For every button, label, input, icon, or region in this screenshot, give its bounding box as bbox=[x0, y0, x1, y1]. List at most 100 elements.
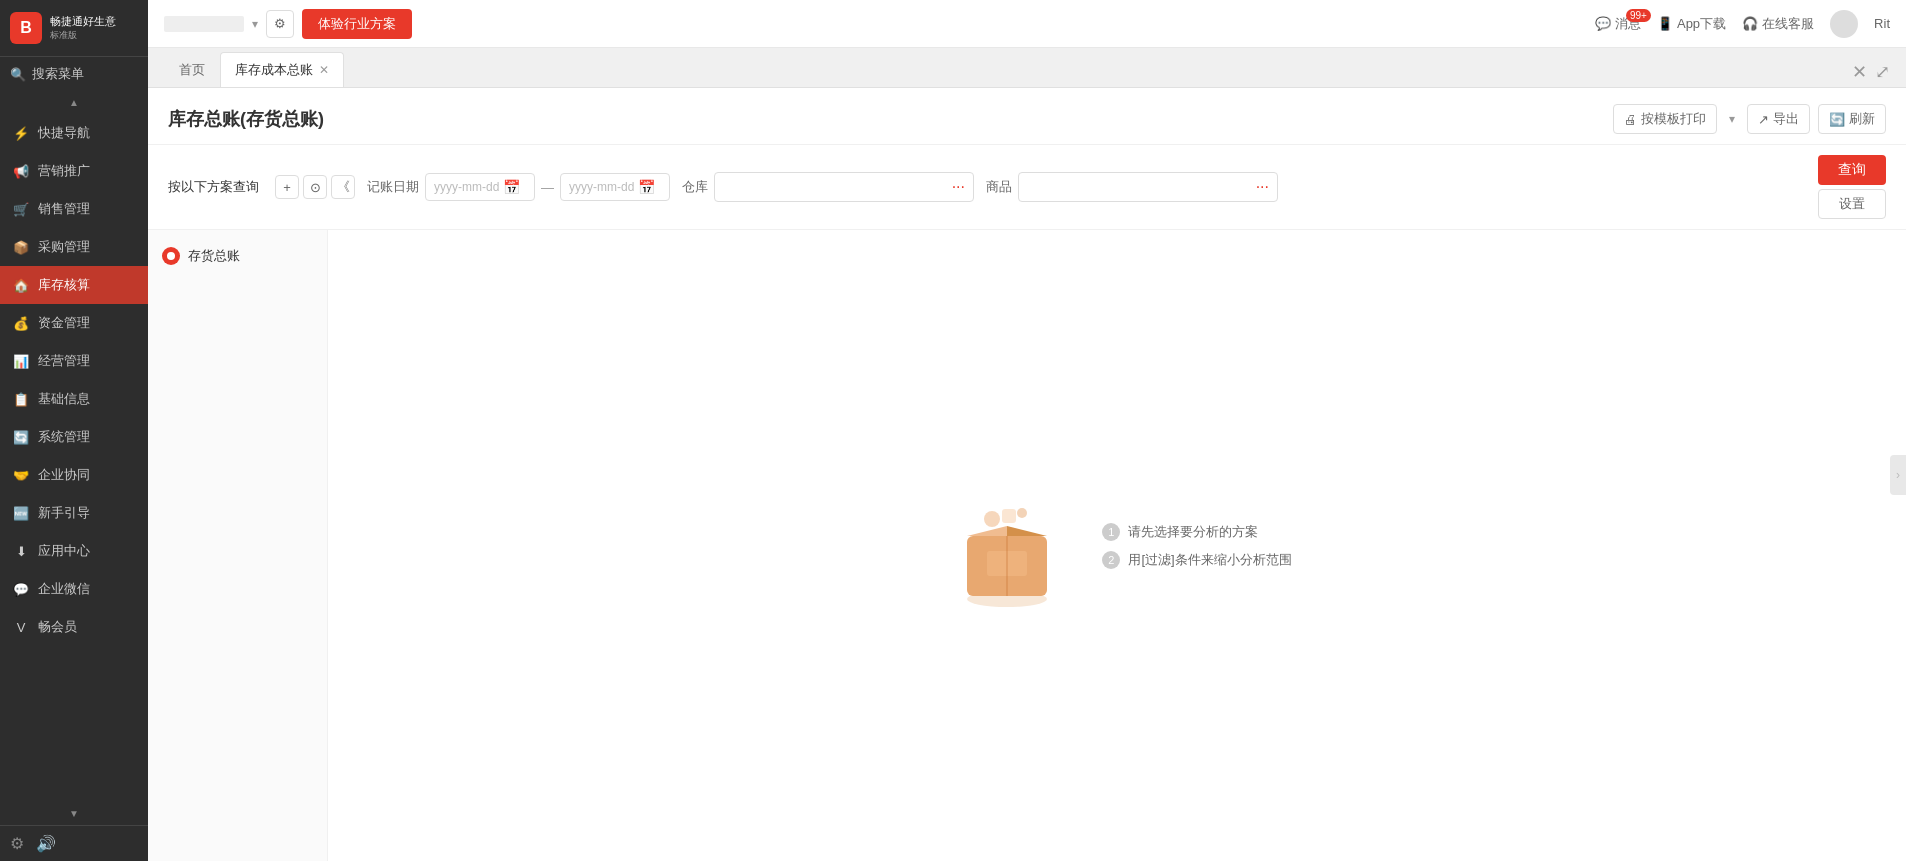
apps-icon: ⬇ bbox=[12, 542, 30, 560]
date-start-input[interactable]: yyyy-mm-dd 📅 bbox=[425, 173, 535, 201]
sidebar-item-basic[interactable]: 📋 基础信息 bbox=[0, 380, 148, 418]
refresh-icon: 🔄 bbox=[1829, 112, 1845, 127]
topbar-settings-btn[interactable]: ⚙ bbox=[266, 10, 294, 38]
topbar-breadcrumb bbox=[164, 16, 244, 32]
right-expand-handle[interactable]: › bbox=[1890, 455, 1906, 495]
add-icon: + bbox=[283, 180, 291, 195]
tab-inventory-cost[interactable]: 库存成本总账 ✕ bbox=[220, 52, 344, 87]
sidebar-item-guide[interactable]: 🆕 新手引导 bbox=[0, 494, 148, 532]
sidebar-scroll-up[interactable]: ▲ bbox=[0, 91, 148, 114]
export-icon: ↗ bbox=[1758, 112, 1769, 127]
filter-area: 按以下方案查询 + ⊙ 《 记账日期 yyyy-mm-dd 📅 bbox=[148, 145, 1906, 230]
scroll-down-icon[interactable]: ▼ bbox=[67, 806, 81, 821]
edit-icon: ⊙ bbox=[310, 180, 321, 195]
vip-icon: V bbox=[12, 618, 30, 636]
topbar-right: 💬 消息 99+ 📱 App下载 🎧 在线客服 Rit bbox=[1595, 10, 1890, 38]
industry-solution-button[interactable]: 体验行业方案 bbox=[302, 9, 412, 39]
calendar-icon-start[interactable]: 📅 bbox=[503, 179, 520, 195]
sidebar-item-label: 库存核算 bbox=[38, 276, 90, 294]
sidebar-item-vip[interactable]: V 畅会员 bbox=[0, 608, 148, 646]
sidebar-item-label: 系统管理 bbox=[38, 428, 90, 446]
sidebar-item-label: 资金管理 bbox=[38, 314, 90, 332]
sidebar-item-apps[interactable]: ⬇ 应用中心 bbox=[0, 532, 148, 570]
sidebar-item-marketing[interactable]: 📢 营销推广 bbox=[0, 152, 148, 190]
warehouse-field-label: 仓库 bbox=[682, 178, 708, 196]
refresh-button[interactable]: 🔄 刷新 bbox=[1818, 104, 1886, 134]
breadcrumb-text bbox=[164, 16, 244, 32]
sidebar-item-label: 经营管理 bbox=[38, 352, 90, 370]
empty-illustration bbox=[942, 481, 1072, 611]
sidebar-item-finance[interactable]: 💰 资金管理 bbox=[0, 304, 148, 342]
filter-add-button[interactable]: + bbox=[275, 175, 299, 199]
tab-home[interactable]: 首页 bbox=[164, 52, 220, 87]
topbar: ▾ ⚙ 体验行业方案 💬 消息 99+ 📱 App下载 🎧 在线客服 Rit bbox=[148, 0, 1906, 48]
inventory-cost-tab-label: 库存成本总账 bbox=[235, 61, 313, 79]
svg-rect-9 bbox=[1002, 509, 1016, 523]
sidebar-item-quick-nav[interactable]: ⚡ 快捷导航 bbox=[0, 114, 148, 152]
empty-svg-image bbox=[942, 481, 1072, 611]
app-name: 畅捷通好生意 bbox=[50, 14, 116, 28]
sidebar-item-label: 畅会员 bbox=[38, 618, 77, 636]
export-button[interactable]: ↗ 导出 bbox=[1747, 104, 1810, 134]
content-body: 存货总账 bbox=[148, 230, 1906, 861]
panel-close-icon[interactable]: ✕ bbox=[1852, 61, 1867, 83]
filter-label: 按以下方案查询 bbox=[168, 178, 259, 196]
expand-icon: › bbox=[1896, 468, 1900, 482]
warehouse-select[interactable]: ··· bbox=[714, 172, 974, 202]
filter-edit-button[interactable]: ⊙ bbox=[303, 175, 327, 199]
user-avatar bbox=[1830, 10, 1858, 38]
sidebar-search[interactable]: 🔍 搜索菜单 bbox=[0, 57, 148, 91]
step-2-text: 用[过滤]条件来缩小分析范围 bbox=[1128, 551, 1291, 569]
sidebar-item-sales[interactable]: 🛒 销售管理 bbox=[0, 190, 148, 228]
basic-icon: 📋 bbox=[12, 390, 30, 408]
collapse-icon: 《 bbox=[337, 178, 350, 196]
scroll-up-icon[interactable]: ▲ bbox=[67, 95, 81, 110]
message-icon: 💬 bbox=[1595, 16, 1611, 31]
sidebar-item-inventory[interactable]: 🏠 库存核算 bbox=[0, 266, 148, 304]
warehouse-more-icon[interactable]: ··· bbox=[952, 178, 965, 196]
goods-select[interactable]: ··· bbox=[1018, 172, 1278, 202]
calendar-icon-end[interactable]: 📅 bbox=[638, 179, 655, 195]
query-button[interactable]: 查询 bbox=[1818, 155, 1886, 185]
online-service-label: 在线客服 bbox=[1762, 15, 1814, 33]
sidebar-item-label: 采购管理 bbox=[38, 238, 90, 256]
sidebar-item-label: 新手引导 bbox=[38, 504, 90, 522]
tab-close-icon[interactable]: ✕ bbox=[319, 64, 329, 76]
filter-collapse-button[interactable]: 《 bbox=[331, 175, 355, 199]
sidebar-item-enterprise[interactable]: 🤝 企业协同 bbox=[0, 456, 148, 494]
settings-bottom-icon[interactable]: ⚙ bbox=[10, 834, 24, 853]
empty-state-area: 1 请先选择要分析的方案 2 用[过滤]条件来缩小分析范围 bbox=[328, 230, 1906, 861]
date-start-placeholder: yyyy-mm-dd bbox=[434, 180, 499, 194]
phone-icon: 📱 bbox=[1657, 16, 1673, 31]
message-button[interactable]: 💬 消息 99+ bbox=[1595, 15, 1641, 33]
filter-action-buttons: + ⊙ 《 bbox=[275, 175, 355, 199]
main-area: ▾ ⚙ 体验行业方案 💬 消息 99+ 📱 App下载 🎧 在线客服 Rit bbox=[148, 0, 1906, 861]
goods-more-icon[interactable]: ··· bbox=[1256, 178, 1269, 196]
sidebar-item-wechat[interactable]: 💬 企业微信 bbox=[0, 570, 148, 608]
online-service-button[interactable]: 🎧 在线客服 bbox=[1742, 15, 1814, 33]
sidebar-item-label: 企业微信 bbox=[38, 580, 90, 598]
app-version: 标准版 bbox=[50, 29, 116, 42]
topbar-dropdown-arrow[interactable]: ▾ bbox=[252, 17, 258, 31]
scheme-item-inventory-ledger[interactable]: 存货总账 bbox=[148, 238, 327, 274]
panel-expand-icon[interactable]: ⤢ bbox=[1875, 61, 1890, 83]
search-label: 搜索菜单 bbox=[32, 65, 84, 83]
page-header: 库存总账(存货总账) 🖨 按模板打印 ▾ ↗ 导出 🔄 刷新 bbox=[148, 88, 1906, 145]
sidebar-item-operations[interactable]: 📊 经营管理 bbox=[0, 342, 148, 380]
print-icon: 🖨 bbox=[1624, 112, 1637, 127]
goods-field-label: 商品 bbox=[986, 178, 1012, 196]
wechat-icon: 💬 bbox=[12, 580, 30, 598]
print-button[interactable]: 🖨 按模板打印 bbox=[1613, 104, 1717, 134]
filter-row: 记账日期 yyyy-mm-dd 📅 — yyyy-mm-dd 📅 仓库 bbox=[367, 155, 1886, 219]
app-download-button[interactable]: 📱 App下载 bbox=[1657, 15, 1726, 33]
app-logo-icon: B bbox=[10, 12, 42, 44]
empty-step-2: 2 用[过滤]条件来缩小分析范围 bbox=[1102, 551, 1291, 569]
print-dropdown-arrow[interactable]: ▾ bbox=[1725, 107, 1739, 131]
date-end-input[interactable]: yyyy-mm-dd 📅 bbox=[560, 173, 670, 201]
sidebar-scroll-down[interactable]: ▼ bbox=[0, 802, 148, 825]
sidebar-item-purchase[interactable]: 📦 采购管理 bbox=[0, 228, 148, 266]
sidebar: B 畅捷通好生意 标准版 🔍 搜索菜单 ▲ ⚡ 快捷导航 📢 营销推广 🛒 销售… bbox=[0, 0, 148, 861]
speaker-icon[interactable]: 🔊 bbox=[36, 834, 56, 853]
sidebar-item-system[interactable]: 🔄 系统管理 bbox=[0, 418, 148, 456]
filter-settings-button[interactable]: 设置 bbox=[1818, 189, 1886, 219]
